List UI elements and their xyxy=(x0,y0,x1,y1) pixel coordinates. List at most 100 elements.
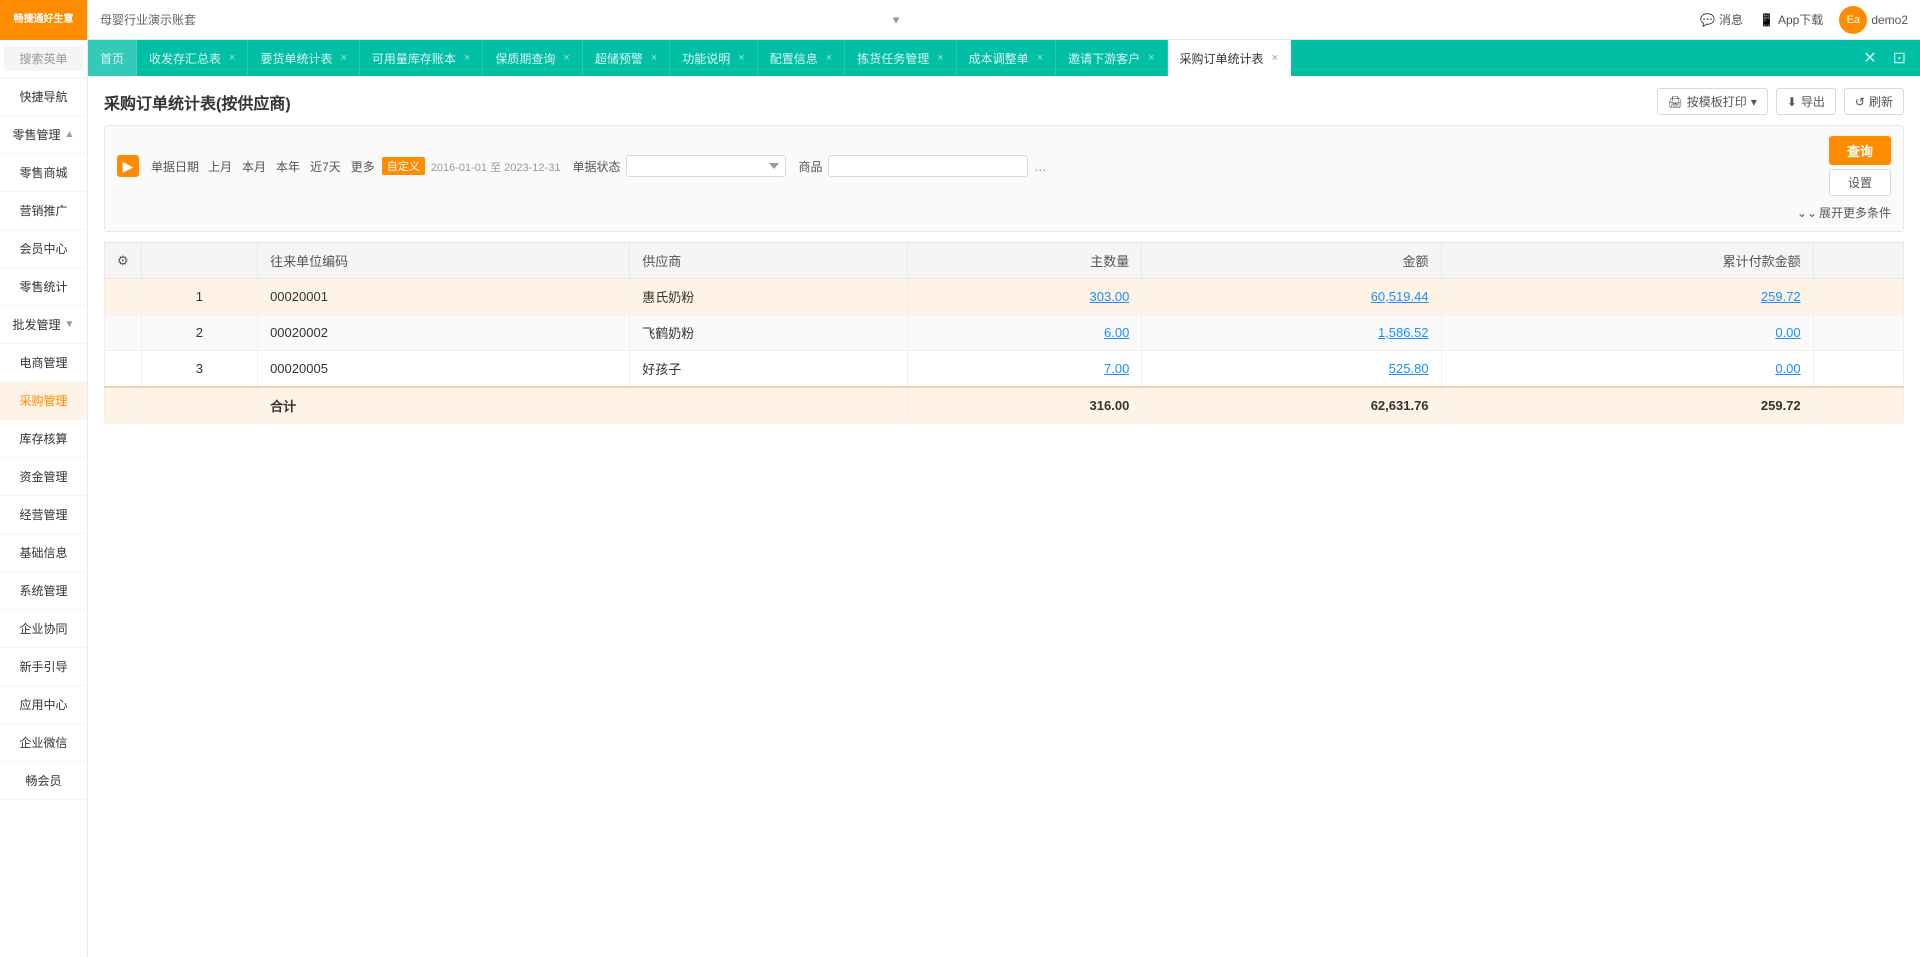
col-qty: 主数量 xyxy=(908,243,1142,279)
ecommerce-label: 电商管理 xyxy=(19,354,67,371)
sidebar-item-marketing[interactable]: 营销推广 xyxy=(0,192,87,230)
table-row[interactable]: 3 00020005 好孩子 7.00 525.80 0.00 xyxy=(105,351,1904,388)
row-amount-1[interactable]: 60,519.44 xyxy=(1142,279,1441,315)
custom-date-badge[interactable]: 自定义 xyxy=(382,157,425,175)
shortcut-more[interactable]: 更多 xyxy=(348,157,378,176)
tab-pihuo-close[interactable]: × xyxy=(937,53,943,64)
table-row[interactable]: 2 00020002 飞鹤奶粉 6.00 1,586.52 0.00 xyxy=(105,315,1904,351)
row-paid-2[interactable]: 0.00 xyxy=(1441,315,1813,351)
app-download-button[interactable]: 📱 App下载 xyxy=(1759,11,1823,28)
tab-shoufa-close[interactable]: × xyxy=(229,53,235,64)
tab-chaochuyujing[interactable]: 超储预警 × xyxy=(583,40,670,76)
tab-close-all-button[interactable]: ✕ xyxy=(1857,46,1882,70)
query-button[interactable]: 查询 xyxy=(1829,136,1891,165)
sidebar-item-vip[interactable]: 畅会员 xyxy=(0,762,87,800)
tab-baozhi-close[interactable]: × xyxy=(563,53,569,64)
tab-chengben-close[interactable]: × xyxy=(1037,53,1043,64)
sidebar-item-finance[interactable]: 资金管理 xyxy=(0,458,87,496)
sidebar-item-wechat[interactable]: 企业微信 xyxy=(0,724,87,762)
sidebar-item-retail-stat[interactable]: 零售统计 xyxy=(0,268,87,306)
row-paid-3[interactable]: 0.00 xyxy=(1441,351,1813,388)
tab-peizhi[interactable]: 配置信息 × xyxy=(758,40,845,76)
finance-label: 资金管理 xyxy=(19,468,67,485)
refresh-button[interactable]: ↺ 刷新 xyxy=(1844,88,1904,115)
purchase-label: 采购管理 xyxy=(19,392,67,409)
tab-yaohuo[interactable]: 要货单统计表 × xyxy=(248,40,359,76)
sidebar-item-enterprise[interactable]: 企业协同 xyxy=(0,610,87,648)
filter-toggle-button[interactable]: ▶ xyxy=(117,155,139,177)
sidebar-item-member[interactable]: 会员中心 xyxy=(0,230,87,268)
settings-button[interactable]: 设置 xyxy=(1829,169,1891,196)
print-button[interactable]: 🖨 按模板打印 ▾ xyxy=(1657,88,1768,115)
status-select[interactable] xyxy=(626,155,786,177)
sidebar-item-wholesale[interactable]: 批发管理 ▼ xyxy=(0,306,87,344)
goods-ellipsis-button[interactable]: ... xyxy=(1034,158,1046,174)
search-english[interactable]: 搜索英单 xyxy=(4,46,83,71)
account-dropdown-icon[interactable]: ▾ xyxy=(893,12,900,28)
col-seq xyxy=(141,243,257,279)
inventory-label: 库存核算 xyxy=(19,430,67,447)
tab-caigou-close[interactable]: × xyxy=(1272,53,1278,64)
row-extra-1 xyxy=(1813,279,1903,315)
table-row[interactable]: 1 00020001 惠氏奶粉 303.00 60,519.44 259.72 xyxy=(105,279,1904,315)
row-code-2: 00020002 xyxy=(258,315,630,351)
tab-yaoqing-label: 邀请下游客户 xyxy=(1068,50,1140,67)
retail-shop-label: 零售商城 xyxy=(19,164,67,181)
col-code: 往来单位编码 xyxy=(258,243,630,279)
shortcut-this-month[interactable]: 本月 xyxy=(239,157,269,176)
row-paid-1[interactable]: 259.72 xyxy=(1441,279,1813,315)
sidebar-item-operations[interactable]: 经营管理 xyxy=(0,496,87,534)
vip-label: 畅会员 xyxy=(25,772,61,789)
tab-caigou[interactable]: 采购订单统计表 × xyxy=(1168,40,1291,76)
sidebar-item-system[interactable]: 系统管理 xyxy=(0,572,87,610)
footer-extra xyxy=(1813,387,1903,424)
row-amount-2[interactable]: 1,586.52 xyxy=(1142,315,1441,351)
appstore-label: 应用中心 xyxy=(19,696,67,713)
shortcut-7days[interactable]: 近7天 xyxy=(307,157,344,176)
sidebar-item-ecommerce[interactable]: 电商管理 xyxy=(0,344,87,382)
tab-yaoqing[interactable]: 邀请下游客户 × xyxy=(1056,40,1167,76)
row-amount-3[interactable]: 525.80 xyxy=(1142,351,1441,388)
shortcut-last-month[interactable]: 上月 xyxy=(205,157,235,176)
tab-yaohuo-close[interactable]: × xyxy=(340,53,346,64)
export-button[interactable]: ⬇ 导出 xyxy=(1776,88,1836,115)
footer-seq xyxy=(141,387,257,424)
sidebar-item-inventory[interactable]: 库存核算 xyxy=(0,420,87,458)
shortcut-this-year[interactable]: 本年 xyxy=(273,157,303,176)
row-supplier-2: 飞鹤奶粉 xyxy=(630,315,908,351)
sidebar-item-purchase[interactable]: 采购管理 xyxy=(0,382,87,420)
tab-home[interactable]: 首页 xyxy=(88,40,137,76)
tab-pihuo[interactable]: 拣货任务管理 × xyxy=(845,40,956,76)
tab-expand-button[interactable]: ⊡ xyxy=(1887,46,1912,70)
tab-chengben[interactable]: 成本调整单 × xyxy=(957,40,1056,76)
tab-keyongliang-close[interactable]: × xyxy=(464,53,470,64)
col-gear[interactable]: ⚙ xyxy=(105,243,142,279)
tab-gongneng[interactable]: 功能说明 × xyxy=(670,40,757,76)
filter-action-buttons: 查询 设置 xyxy=(1829,136,1891,196)
tab-gongneng-close[interactable]: × xyxy=(738,53,744,64)
tabbar-end: ✕ ⊡ xyxy=(1857,46,1920,70)
sidebar-item-quick[interactable]: 快捷导航 xyxy=(0,78,87,116)
row-qty-2[interactable]: 6.00 xyxy=(908,315,1142,351)
retail-label: 零售管理 xyxy=(13,126,61,143)
tab-keyongliang[interactable]: 可用量库存账本 × xyxy=(360,40,483,76)
tab-shoufa[interactable]: 收发存汇总表 × xyxy=(137,40,248,76)
tab-baozhi[interactable]: 保质期查询 × xyxy=(483,40,582,76)
tab-chaochuyujing-close[interactable]: × xyxy=(651,53,657,64)
tab-yaoqing-close[interactable]: × xyxy=(1148,53,1154,64)
footer-amount: 62,631.76 xyxy=(1142,387,1441,424)
sidebar-item-appstore[interactable]: 应用中心 xyxy=(0,686,87,724)
user-profile-button[interactable]: Ea demo2 xyxy=(1839,6,1908,34)
tab-peizhi-close[interactable]: × xyxy=(826,53,832,64)
wholesale-label: 批发管理 xyxy=(13,316,61,333)
row-qty-3[interactable]: 7.00 xyxy=(908,351,1142,388)
row-qty-1[interactable]: 303.00 xyxy=(908,279,1142,315)
message-button[interactable]: 💬 消息 xyxy=(1700,11,1743,28)
sidebar-item-retail[interactable]: 零售管理 ▲ xyxy=(0,116,87,154)
sidebar-item-retail-shop[interactable]: 零售商城 xyxy=(0,154,87,192)
topbar: 母婴行业演示账套 ▾ 💬 消息 📱 App下载 Ea demo2 xyxy=(88,0,1920,40)
expand-more-button[interactable]: ⌄⌄ 展开更多条件 xyxy=(1797,204,1891,221)
sidebar-item-basic[interactable]: 基础信息 xyxy=(0,534,87,572)
goods-input[interactable] xyxy=(828,155,1028,177)
sidebar-item-newguide[interactable]: 新手引导 xyxy=(0,648,87,686)
